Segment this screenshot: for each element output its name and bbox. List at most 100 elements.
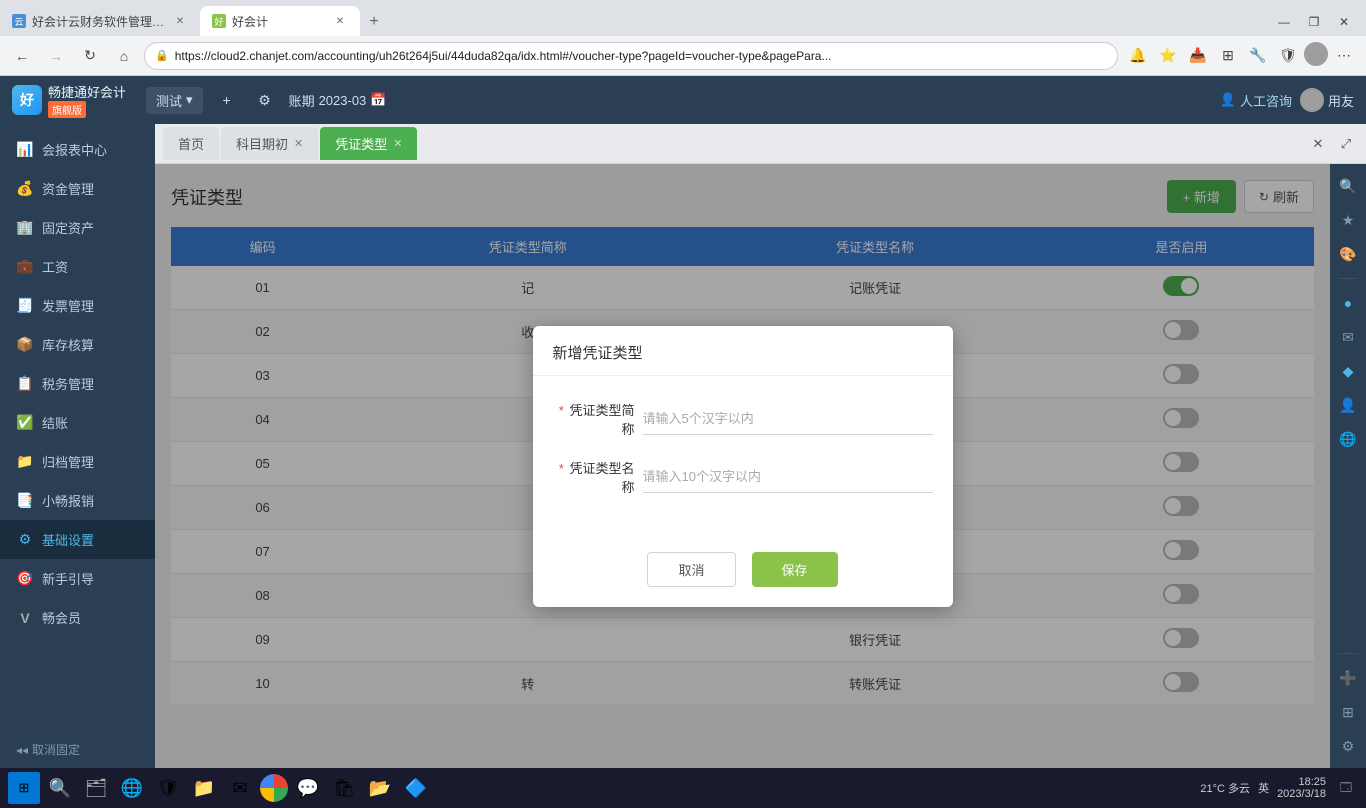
taskbar-search[interactable]: 🔍 xyxy=(44,772,76,804)
close-panel-button[interactable]: ✕ xyxy=(1306,132,1330,156)
right-email-icon[interactable]: ✉ xyxy=(1334,323,1362,351)
tab-subjects[interactable]: 科目期初 ✕ xyxy=(221,127,318,160)
calendar-icon[interactable]: 📅 xyxy=(370,92,386,108)
taskbar-date: 2023/3/18 xyxy=(1277,788,1326,800)
extension-btn-2[interactable]: ⭐ xyxy=(1154,42,1182,70)
sidebar: 📊 会报表中心 💰 资金管理 🏢 固定资产 💼 工资 🧾 发票管理 📦 xyxy=(0,124,155,768)
browser-tab-1[interactable]: 云 好会计云财务软件管理系统_会计 ✕ xyxy=(0,6,200,36)
save-button[interactable]: 保存 xyxy=(752,552,838,587)
right-gear-icon[interactable]: ⚙ xyxy=(1334,732,1362,760)
taskbar-shield[interactable]: 🛡 xyxy=(152,772,184,804)
right-blue-icon[interactable]: ● xyxy=(1334,289,1362,317)
taskbar-task-view[interactable]: 🗂 xyxy=(80,772,112,804)
browser-menu-button[interactable]: ⋯ xyxy=(1330,42,1358,70)
minimize-button[interactable]: — xyxy=(1270,8,1298,36)
cancel-fixed-button[interactable]: ◂◂ 取消固定 xyxy=(0,731,155,768)
sidebar-item-guide[interactable]: 🎯 新手引导 xyxy=(0,559,155,598)
sidebar-item-funds[interactable]: 💰 资金管理 xyxy=(0,169,155,208)
user-avatar xyxy=(1300,88,1324,112)
right-globe-icon[interactable]: 🌐 xyxy=(1334,425,1362,453)
tab-voucher-type-close[interactable]: ✕ xyxy=(393,137,402,150)
content-tabs: 首页 科目期初 ✕ 凭证类型 ✕ ✕ ⤢ xyxy=(155,124,1366,164)
right-search-icon[interactable]: 🔍 xyxy=(1334,172,1362,200)
notification-icon[interactable]: 🗔 xyxy=(1334,776,1358,800)
archive-icon: 📁 xyxy=(16,453,34,471)
modal-overlay: 新增凭证类型 * 凭证类型简称 xyxy=(155,164,1330,768)
browser-tab-2[interactable]: 好 好会计 ✕ xyxy=(200,6,360,36)
company-selector[interactable]: 测试 ▾ xyxy=(146,87,203,114)
payroll-icon: 💼 xyxy=(16,258,34,276)
abbr-input[interactable] xyxy=(643,403,933,435)
taskbar-time: 18:25 xyxy=(1277,776,1326,788)
sidebar-item-invoice[interactable]: 🧾 发票管理 xyxy=(0,286,155,325)
refresh-button[interactable]: ↻ xyxy=(76,42,104,70)
sidebar-item-member[interactable]: V 畅会员 xyxy=(0,598,155,637)
back-button[interactable]: ← xyxy=(8,42,36,70)
settings-icon[interactable]: ⚙ xyxy=(251,86,279,114)
taskbar-chrome[interactable] xyxy=(260,774,288,802)
tab-close-1[interactable]: ✕ xyxy=(172,13,188,29)
consulting-button[interactable]: 👤 人工咨询 xyxy=(1220,91,1292,110)
taskbar-weather: 21°C 多云 xyxy=(1200,780,1250,796)
sidebar-item-fixed-assets[interactable]: 🏢 固定资产 xyxy=(0,208,155,247)
home-button[interactable]: ⌂ xyxy=(110,42,138,70)
expand-panel-button[interactable]: ⤢ xyxy=(1334,132,1358,156)
new-tab-button[interactable]: + xyxy=(360,8,388,36)
sidebar-label-invoice: 发票管理 xyxy=(42,296,94,315)
company-name: 测试 xyxy=(156,91,182,110)
sidebar-item-report[interactable]: 📑 小畅报销 xyxy=(0,481,155,520)
taskbar-folder-alt[interactable]: 📂 xyxy=(364,772,396,804)
extension-btn-1[interactable]: 🔔 xyxy=(1124,42,1152,70)
form-row-name: * 凭证类型名称 xyxy=(553,458,933,496)
taskbar-edge[interactable]: 🌐 xyxy=(116,772,148,804)
user-info[interactable]: 用友 xyxy=(1300,88,1354,112)
modal-body: * 凭证类型简称 * 凭证类型名称 xyxy=(533,376,953,540)
taskbar-store[interactable]: 🛍 xyxy=(328,772,360,804)
sidebar-item-payroll[interactable]: 💼 工资 xyxy=(0,247,155,286)
extension-btn-6[interactable]: 🛡 xyxy=(1274,42,1302,70)
tab-subjects-close[interactable]: ✕ xyxy=(294,137,303,150)
right-palette-icon[interactable]: 🎨 xyxy=(1334,240,1362,268)
sidebar-item-settings[interactable]: ⚙ 基础设置 xyxy=(0,520,155,559)
add-company-button[interactable]: + xyxy=(213,86,241,114)
profile-avatar[interactable] xyxy=(1304,42,1328,66)
url-box[interactable]: 🔒 https://cloud2.chanjet.com/accounting/… xyxy=(144,42,1118,70)
right-add-icon[interactable]: ➕ xyxy=(1334,664,1362,692)
right-star-icon[interactable]: ★ xyxy=(1334,206,1362,234)
account-period: 账期 2023-03 📅 xyxy=(289,91,387,110)
start-button[interactable]: ⊞ xyxy=(8,772,40,804)
right-diamond-icon[interactable]: ◆ xyxy=(1334,357,1362,385)
forward-button[interactable]: → xyxy=(42,42,70,70)
sidebar-item-tax[interactable]: 📋 税务管理 xyxy=(0,364,155,403)
taskbar-wechat[interactable]: 💬 xyxy=(292,772,324,804)
taskbar-mail[interactable]: ✉ xyxy=(224,772,256,804)
sidebar-item-archive[interactable]: 📁 归档管理 xyxy=(0,442,155,481)
taskbar-edge-blue[interactable]: 🔷 xyxy=(400,772,432,804)
tab-voucher-type-label: 凭证类型 xyxy=(335,134,387,153)
right-grid-icon[interactable]: ⊞ xyxy=(1334,698,1362,726)
settle-icon: ✅ xyxy=(16,414,34,432)
name-input[interactable] xyxy=(643,461,933,493)
extension-btn-3[interactable]: 📥 xyxy=(1184,42,1212,70)
sidebar-item-dashboard[interactable]: 📊 会报表中心 xyxy=(0,130,155,169)
logo-badge: 旗舰版 xyxy=(48,101,86,118)
lock-icon: 🔒 xyxy=(155,49,169,62)
sidebar-item-inventory[interactable]: 📦 库存核算 xyxy=(0,325,155,364)
tab-close-2[interactable]: ✕ xyxy=(332,13,348,29)
tab-home[interactable]: 首页 xyxy=(163,127,219,160)
extension-btn-4[interactable]: ⊞ xyxy=(1214,42,1242,70)
maximize-button[interactable]: ❐ xyxy=(1300,8,1328,36)
taskbar: ⊞ 🔍 🗂 🌐 🛡 📁 ✉ 💬 🛍 📂 🔷 21°C 多云 英 18:25 20… xyxy=(0,768,1366,808)
tab-voucher-type[interactable]: 凭证类型 ✕ xyxy=(320,127,417,160)
sidebar-label-tax: 税务管理 xyxy=(42,374,94,393)
extension-btn-5[interactable]: 🔧 xyxy=(1244,42,1272,70)
taskbar-explorer[interactable]: 📁 xyxy=(188,772,220,804)
sidebar-item-settle[interactable]: ✅ 结账 xyxy=(0,403,155,442)
window-controls: ✕ ⤢ xyxy=(1306,132,1358,156)
taskbar-right: 21°C 多云 英 18:25 2023/3/18 🗔 xyxy=(1200,776,1358,800)
close-browser-button[interactable]: ✕ xyxy=(1330,8,1358,36)
right-user-icon[interactable]: 👤 xyxy=(1334,391,1362,419)
cancel-button[interactable]: 取消 xyxy=(647,552,735,587)
dashboard-icon: 📊 xyxy=(16,141,34,159)
sidebar-label-inventory: 库存核算 xyxy=(42,335,94,354)
